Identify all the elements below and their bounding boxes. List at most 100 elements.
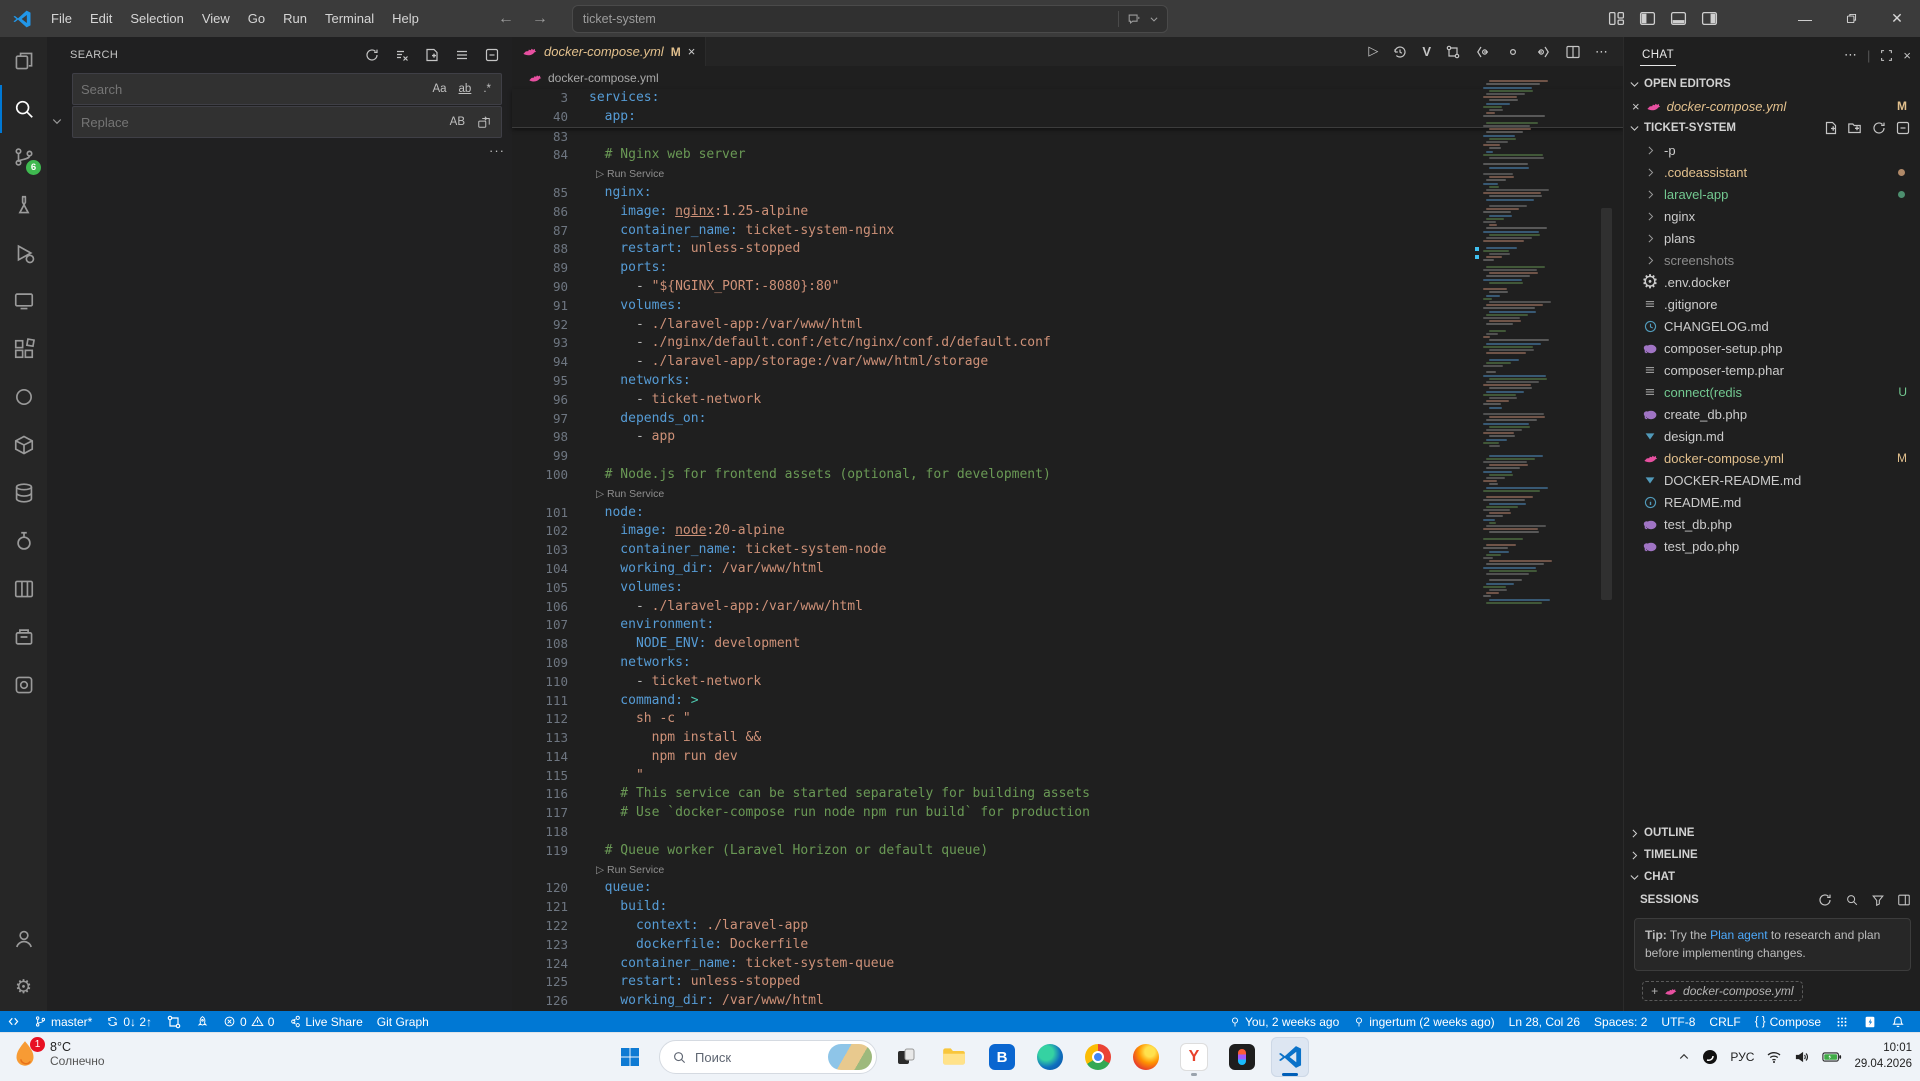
code-line-94[interactable]: 94 - ./laravel-app/storage:/var/www/html… xyxy=(512,353,1623,372)
split-editor-icon[interactable] xyxy=(1565,44,1581,60)
taskbar-clock[interactable]: 10:01 29.04.2026 xyxy=(1854,1041,1912,1072)
menu-edit[interactable]: Edit xyxy=(81,6,121,32)
statusbar-indentation[interactable]: Spaces: 2 xyxy=(1587,1011,1654,1032)
statusbar-cursor-position[interactable]: Ln 28, Col 26 xyxy=(1502,1011,1587,1032)
code-line-126[interactable]: 126 working_dir: /var/www/html xyxy=(512,992,1623,1011)
taskbar-app-vscode[interactable] xyxy=(1271,1037,1309,1077)
timeline-history-icon[interactable] xyxy=(1392,44,1408,60)
taskbar-app-yandex[interactable]: Y xyxy=(1175,1037,1213,1077)
chat-context-chip[interactable]: + docker-compose.yml xyxy=(1642,981,1803,1001)
tree-item-nginx[interactable]: nginx xyxy=(1624,205,1920,227)
code-line-111[interactable]: 111 command: > xyxy=(512,692,1623,711)
code-line-112[interactable]: 112 sh -c " xyxy=(512,710,1623,729)
timeline-section[interactable]: TIMELINE xyxy=(1624,844,1920,866)
tree-item-composer-setup.php[interactable]: composer-setup.php xyxy=(1624,337,1920,359)
code-line-124[interactable]: 124 container_name: ticket-system-queue xyxy=(512,955,1623,974)
customize-layout-icon[interactable] xyxy=(1605,8,1627,30)
code-line-93[interactable]: 93 - ./nginx/default.conf:/etc/nginx/con… xyxy=(512,334,1623,353)
code-line-89[interactable]: 89 ports: xyxy=(512,259,1623,278)
code-line-97[interactable]: 97 depends_on: xyxy=(512,410,1623,429)
refresh-icon[interactable] xyxy=(362,45,382,65)
plan-agent-link[interactable]: Plan agent xyxy=(1710,928,1767,942)
collapse-folders-icon[interactable] xyxy=(1895,120,1911,136)
code-line-119[interactable]: 119 # Queue worker (Laravel Horizon or d… xyxy=(512,842,1623,861)
refresh-sessions-icon[interactable] xyxy=(1817,892,1833,908)
codelens-run-service[interactable]: ▷ Run Service xyxy=(512,165,1623,184)
preserve-case-toggle[interactable]: AB xyxy=(448,115,467,129)
previous-change-icon[interactable] xyxy=(1475,44,1491,60)
code-line-120[interactable]: 120 queue: xyxy=(512,879,1623,898)
taskbar-app-edge[interactable] xyxy=(1031,1037,1069,1077)
toggle-secondary-sidebar-icon[interactable] xyxy=(1698,8,1720,30)
restore-button[interactable] xyxy=(1828,0,1874,37)
tree-item-laravel-app[interactable]: laravel-app xyxy=(1624,183,1920,205)
editor-scrollbar[interactable] xyxy=(1601,208,1612,600)
wifi-icon[interactable] xyxy=(1766,1049,1782,1065)
language-indicator[interactable]: РУС xyxy=(1730,1050,1754,1064)
minimap[interactable] xyxy=(1481,77,1559,607)
code-line-85[interactable]: 85 nginx: xyxy=(512,184,1623,203)
tree-item-DOCKER-README.md[interactable]: DOCKER-README.md xyxy=(1624,469,1920,491)
code-line-96[interactable]: 96 - ticket-network xyxy=(512,391,1623,410)
activity-database[interactable] xyxy=(0,469,47,517)
code-line-110[interactable]: 110 - ticket-network xyxy=(512,673,1623,692)
outline-section[interactable]: OUTLINE xyxy=(1624,822,1920,844)
code-area[interactable]: 83 84 # Nginx web server ▷ Run Service 85 n… xyxy=(512,128,1623,1011)
tree-item-.codeassistant[interactable]: .codeassistant xyxy=(1624,161,1920,183)
taskbar-search[interactable]: Поиск xyxy=(659,1040,877,1074)
code-line-91[interactable]: 91 volumes: xyxy=(512,297,1623,316)
taskbar-app-task-view[interactable] xyxy=(887,1037,925,1077)
activity-source-control[interactable]: 6 xyxy=(0,133,47,181)
statusbar-blame-you[interactable]: You, 2 weeks ago xyxy=(1222,1011,1346,1032)
next-change-icon[interactable] xyxy=(1535,44,1551,60)
code-line-125[interactable]: 125 restart: unless-stopped xyxy=(512,973,1623,992)
breadcrumb[interactable]: docker-compose.yml xyxy=(512,66,1623,89)
tab-close-icon[interactable]: × xyxy=(688,44,696,59)
statusbar-eol[interactable]: CRLF xyxy=(1702,1011,1747,1032)
activity-search[interactable] xyxy=(0,85,47,133)
menu-run[interactable]: Run xyxy=(274,6,316,32)
panel-tab-chat[interactable]: CHAT xyxy=(1640,45,1677,66)
tree-item-testdb.php[interactable]: test_db.php xyxy=(1624,513,1920,535)
code-line-101[interactable]: 101 node: xyxy=(512,504,1623,523)
code-line-40[interactable]: 40 app: xyxy=(512,108,1623,127)
tree-item-.gitignore[interactable]: ≡ .gitignore xyxy=(1624,293,1920,315)
statusbar-compare-changes[interactable] xyxy=(159,1011,189,1032)
code-line-113[interactable]: 113 npm install && xyxy=(512,729,1623,748)
codelens-run-service[interactable]: ▷ Run Service xyxy=(512,861,1623,880)
tree-item-connectredis[interactable]: ≡ connect(redis U xyxy=(1624,381,1920,403)
chevron-down-icon[interactable] xyxy=(1149,14,1159,24)
run-icon[interactable]: ▷ xyxy=(1368,44,1378,59)
activity-extension-b[interactable] xyxy=(0,517,47,565)
code-line-102[interactable]: 102 image: node:20-alpine xyxy=(512,522,1623,541)
code-line-108[interactable]: 108 NODE_ENV: development xyxy=(512,635,1623,654)
activity-testing[interactable] xyxy=(0,181,47,229)
activity-settings[interactable]: ⚙ xyxy=(0,963,47,1011)
statusbar-git-graph[interactable]: Git Graph xyxy=(370,1011,436,1032)
close-panel-icon[interactable]: × xyxy=(1903,48,1911,63)
code-line-88[interactable]: 88 restart: unless-stopped xyxy=(512,240,1623,259)
volume-icon[interactable] xyxy=(1794,1049,1810,1065)
tree-item-.env.docker[interactable]: ⚙ .env.docker xyxy=(1624,271,1920,293)
code-line-105[interactable]: 105 volumes: xyxy=(512,579,1623,598)
code-line-109[interactable]: 109 networks: xyxy=(512,654,1623,673)
code-line-83[interactable]: 83 xyxy=(512,128,1623,147)
collapse-all-icon[interactable] xyxy=(482,45,502,65)
code-line-123[interactable]: 123 dockerfile: Dockerfile xyxy=(512,936,1623,955)
chat-icon[interactable] xyxy=(1127,12,1141,26)
code-line-92[interactable]: 92 - ./laravel-app:/var/www/html xyxy=(512,316,1623,335)
menu-selection[interactable]: Selection xyxy=(121,6,192,32)
tree-item-design.md[interactable]: design.md xyxy=(1624,425,1920,447)
code-line-104[interactable]: 104 working_dir: /var/www/html xyxy=(512,560,1623,579)
statusbar-git-branch[interactable]: master* xyxy=(27,1011,99,1032)
activity-tools[interactable] xyxy=(0,661,47,709)
activity-layouts[interactable] xyxy=(0,565,47,613)
chat-section[interactable]: CHAT xyxy=(1624,866,1920,888)
open-new-search-editor-icon[interactable] xyxy=(422,45,442,65)
code-line-95[interactable]: 95 networks: xyxy=(512,372,1623,391)
filter-sessions-icon[interactable] xyxy=(1871,892,1885,908)
toggle-search-details[interactable]: ··· xyxy=(489,143,505,158)
tree-item-testpdo.php[interactable]: test_pdo.php xyxy=(1624,535,1920,557)
code-line-115[interactable]: 115 " xyxy=(512,767,1623,786)
statusbar-live-share[interactable]: Live Share xyxy=(281,1011,369,1032)
